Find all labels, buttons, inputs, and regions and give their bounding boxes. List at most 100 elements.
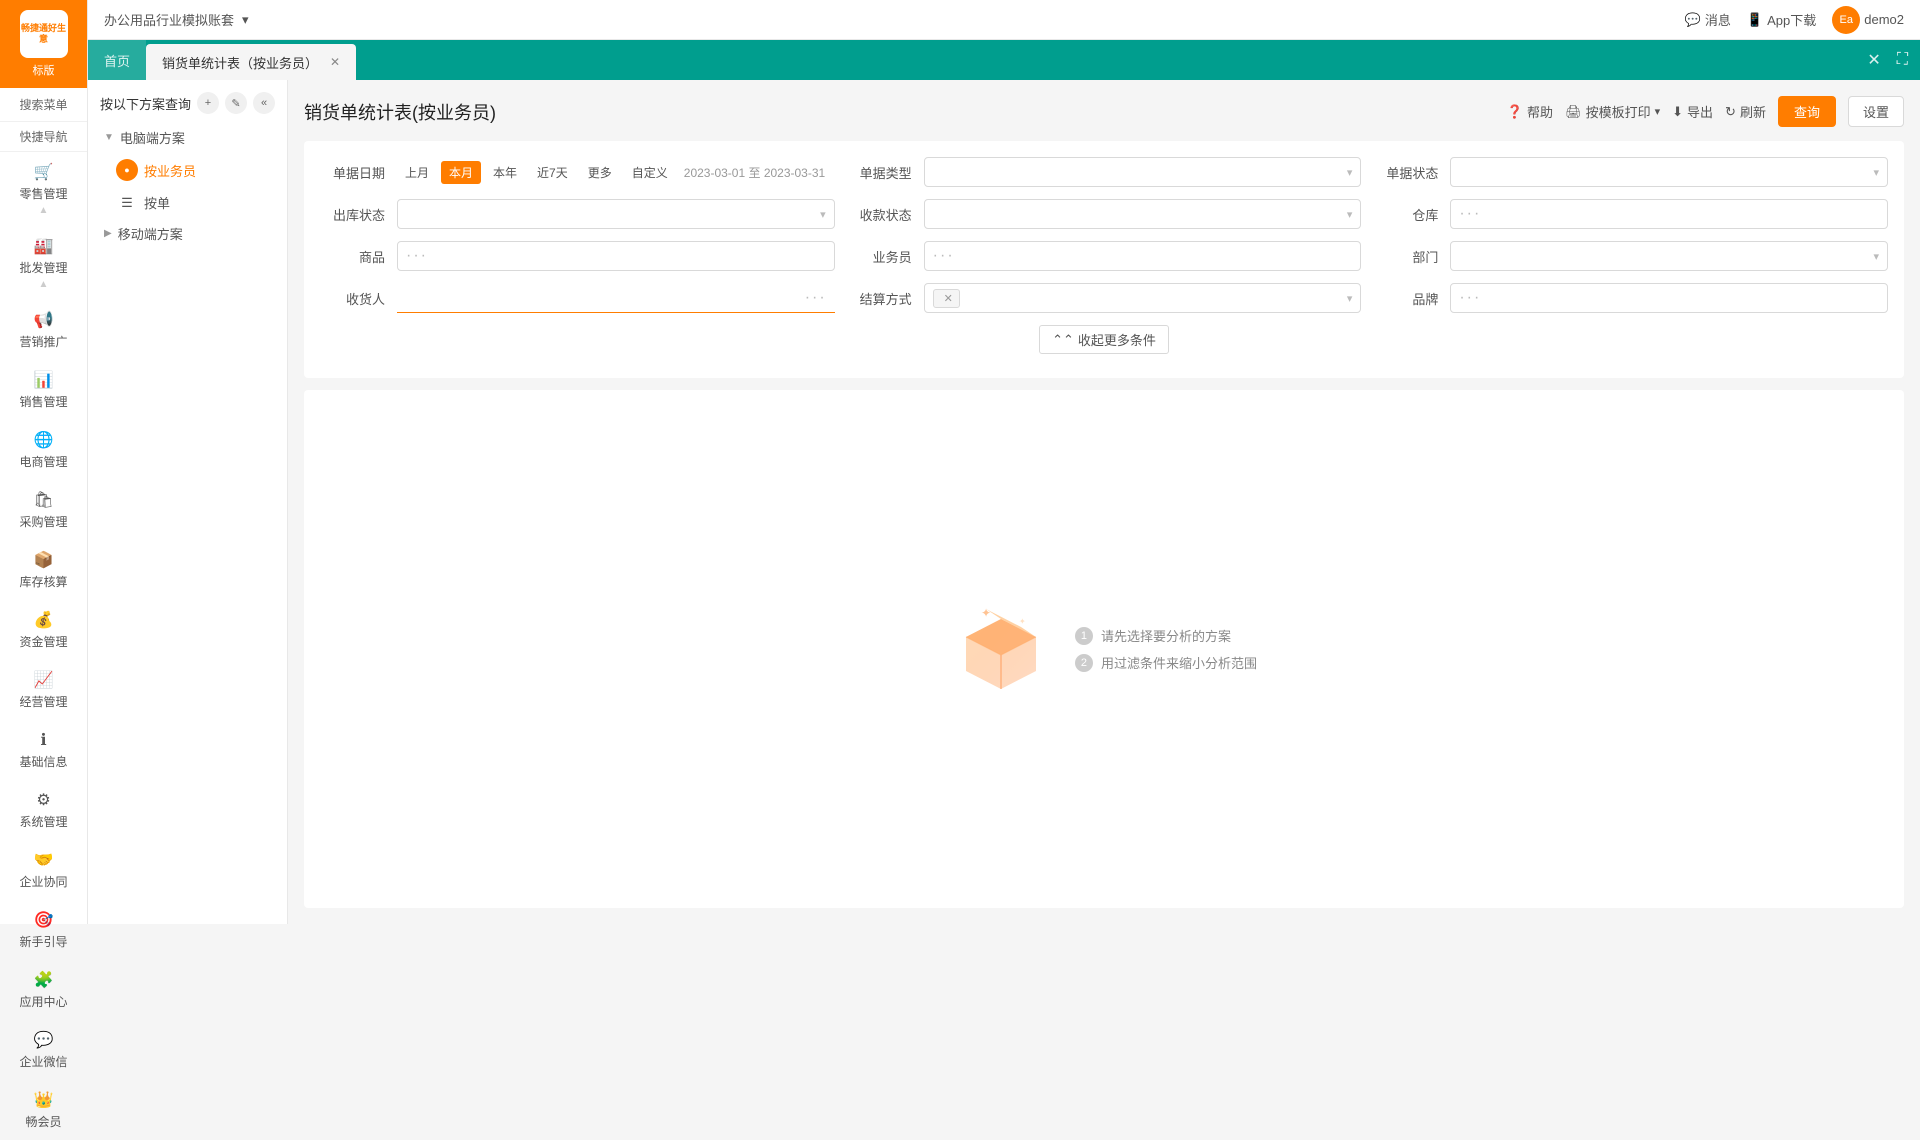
- sidebar-item-newbie[interactable]: 🎯 新手引导: [0, 900, 87, 960]
- scheme-by-order[interactable]: ☰ 按单: [100, 187, 287, 218]
- paystatus-select[interactable]: ▾: [924, 199, 1362, 229]
- warehouse-control[interactable]: ···: [1450, 199, 1888, 229]
- dept-select[interactable]: ▾: [1450, 241, 1888, 271]
- print-arrow-icon: ▾: [1655, 105, 1661, 118]
- help-btn[interactable]: ❓ 帮助: [1507, 102, 1553, 121]
- content-area: 按以下方案查询 + ✎ « ▼ 电脑端方案 ● 按业务员: [88, 80, 1920, 924]
- warehouse-label: 仓库: [1373, 205, 1438, 224]
- date-tab-thismonth[interactable]: 本月: [441, 161, 481, 184]
- empty-content: ✦ ✦ 1 请先选择要分析的方案 2 用过滤条件来缩小分析范围: [951, 599, 1257, 699]
- sidebar-item-apps[interactable]: 🧩 应用中心: [0, 960, 87, 1020]
- topbar-left: 办公用品行业模拟账套 ▾: [104, 10, 249, 29]
- paystatus-control[interactable]: ▾: [924, 199, 1362, 229]
- desktop-scheme-label: 电脑端方案: [120, 128, 185, 147]
- settlement-tag-remove-btn[interactable]: ✕: [944, 292, 953, 305]
- sidebar-item-operation[interactable]: 📈 经营管理: [0, 660, 87, 720]
- sidebar-item-enterprise[interactable]: 🤝 企业协同: [0, 840, 87, 900]
- docstatus-control[interactable]: ▾: [1450, 157, 1888, 187]
- add-scheme-btn[interactable]: +: [197, 92, 219, 114]
- desktop-scheme-expand-icon[interactable]: ▼: [104, 132, 114, 143]
- outstatus-arrow-icon: ▾: [820, 208, 826, 221]
- mobile-scheme-expand-icon[interactable]: ▶: [104, 228, 112, 239]
- sidebar-item-retail-label: 零售管理: [19, 185, 67, 202]
- settlement-control[interactable]: ✕ ▾: [924, 283, 1362, 313]
- sidebar-item-finance[interactable]: 💰 资金管理: [0, 600, 87, 660]
- collapse-panel-btn[interactable]: «: [253, 92, 275, 114]
- docstatus-select[interactable]: ▾: [1450, 157, 1888, 187]
- tab-sales-stat[interactable]: 销货单统计表（按业务员） ✕: [146, 44, 356, 80]
- desktop-scheme-group: ▼ 电脑端方案: [88, 122, 287, 153]
- sidebar-item-ecommerce[interactable]: 🌐 电商管理: [0, 420, 87, 480]
- goods-select[interactable]: ···: [397, 241, 835, 271]
- date-tab-thisyear[interactable]: 本年: [485, 161, 525, 184]
- filter-section: 单据日期 上月 本月 本年 近7天 更多 自定义 2023-03-01 至 20…: [304, 141, 1904, 378]
- retail-icon: 🛒: [34, 162, 54, 182]
- collapse-icon: ⌃⌃: [1052, 332, 1074, 348]
- date-tabs: 上月 本月 本年 近7天 更多 自定义: [397, 161, 676, 184]
- sidebar-search[interactable]: 搜索菜单: [0, 88, 87, 122]
- help-label: 帮助: [1527, 102, 1553, 121]
- operation-icon: 📈: [34, 670, 54, 690]
- collapse-btn[interactable]: ⌃⌃ 收起更多条件: [1039, 325, 1169, 354]
- filter-row-4: 收货人 ··· 结算方式 ✕: [320, 283, 1888, 313]
- query-btn[interactable]: 查询: [1778, 96, 1836, 127]
- scheme-by-salesman[interactable]: ● 按业务员: [100, 153, 287, 187]
- settlement-select[interactable]: ✕ ▾: [924, 283, 1362, 313]
- sidebar-quick-nav[interactable]: 快捷导航: [0, 122, 87, 152]
- doctype-arrow-icon: ▾: [1347, 166, 1353, 179]
- sidebar-item-marketing-label: 营销推广: [19, 333, 67, 350]
- mobile-scheme-group[interactable]: ▶ 移动端方案: [88, 218, 287, 249]
- outstatus-select[interactable]: ▾: [397, 199, 835, 229]
- sidebar-item-marketing[interactable]: 📢 营销推广: [0, 300, 87, 360]
- goods-label: 商品: [320, 247, 385, 266]
- brand-control[interactable]: ···: [1450, 283, 1888, 313]
- refresh-icon: ↻: [1725, 104, 1736, 120]
- date-tab-more[interactable]: 更多: [580, 161, 620, 184]
- export-btn[interactable]: ⬇ 导出: [1672, 102, 1713, 121]
- sidebar-item-member[interactable]: 👑 畅会员: [0, 1080, 87, 1140]
- refresh-btn[interactable]: ↻ 刷新: [1725, 102, 1766, 121]
- message-btn[interactable]: 💬 消息: [1685, 10, 1731, 29]
- date-tab-last7[interactable]: 近7天: [529, 161, 576, 184]
- consignee-select[interactable]: ···: [397, 283, 835, 313]
- app-download-btn[interactable]: 📱 App下载: [1747, 10, 1816, 29]
- tab-close-window-btn[interactable]: ✕: [1863, 46, 1884, 74]
- docstatus-arrow-icon: ▾: [1873, 166, 1879, 179]
- sidebar-item-retail[interactable]: 🛒 零售管理 ▲: [0, 152, 87, 226]
- warehouse-select[interactable]: ···: [1450, 199, 1888, 229]
- sidebar-item-wholesale[interactable]: 🏭 批发管理 ▲: [0, 226, 87, 300]
- print-btn[interactable]: 🖨 按模板打印 ▾: [1565, 102, 1660, 121]
- tab-close-icon[interactable]: ✕: [330, 55, 340, 69]
- brand-select[interactable]: ···: [1450, 283, 1888, 313]
- doctype-select[interactable]: ▾: [924, 157, 1362, 187]
- page-actions: ❓ 帮助 🖨 按模板打印 ▾ ⬇ 导出 ↻ 刷新: [1507, 96, 1904, 127]
- dept-control[interactable]: ▾: [1450, 241, 1888, 271]
- tab-home[interactable]: 首页: [88, 40, 146, 80]
- outstatus-control[interactable]: ▾: [397, 199, 835, 229]
- sidebar-item-system[interactable]: ⚙ 系统管理: [0, 780, 87, 840]
- filter-row-1: 单据日期 上月 本月 本年 近7天 更多 自定义 2023-03-01 至 20…: [320, 157, 1888, 187]
- tab-expand-btn[interactable]: ⛶: [1893, 47, 1912, 73]
- avatar: Ea: [1832, 6, 1860, 34]
- sidebar-item-basic[interactable]: ℹ 基础信息: [0, 720, 87, 780]
- doctype-control[interactable]: ▾: [924, 157, 1362, 187]
- goods-control[interactable]: ···: [397, 241, 835, 271]
- paystatus-arrow-icon: ▾: [1347, 208, 1353, 221]
- date-tab-lastmonth[interactable]: 上月: [397, 161, 437, 184]
- edit-scheme-btn[interactable]: ✎: [225, 92, 247, 114]
- salesman-control[interactable]: ···: [924, 241, 1362, 271]
- setting-btn[interactable]: 设置: [1848, 96, 1904, 127]
- consignee-control[interactable]: ···: [397, 283, 835, 313]
- finance-icon: 💰: [34, 610, 54, 630]
- tabbar: 首页 销货单统计表（按业务员） ✕ ✕ ⛶: [88, 40, 1920, 80]
- user-area[interactable]: Ea demo2: [1832, 6, 1904, 34]
- app-name-arrow[interactable]: ▾: [242, 12, 249, 28]
- salesman-select[interactable]: ···: [924, 241, 1362, 271]
- sidebar-item-sales[interactable]: 📊 销售管理: [0, 360, 87, 420]
- system-icon: ⚙: [36, 790, 50, 810]
- sidebar-item-inventory[interactable]: 📦 库存核算: [0, 540, 87, 600]
- date-tab-custom[interactable]: 自定义: [624, 161, 676, 184]
- sidebar-item-purchase[interactable]: 🛍 采购管理: [0, 480, 87, 540]
- tip-num-1: 1: [1075, 627, 1093, 645]
- sidebar-item-wechat[interactable]: 💬 企业微信: [0, 1020, 87, 1080]
